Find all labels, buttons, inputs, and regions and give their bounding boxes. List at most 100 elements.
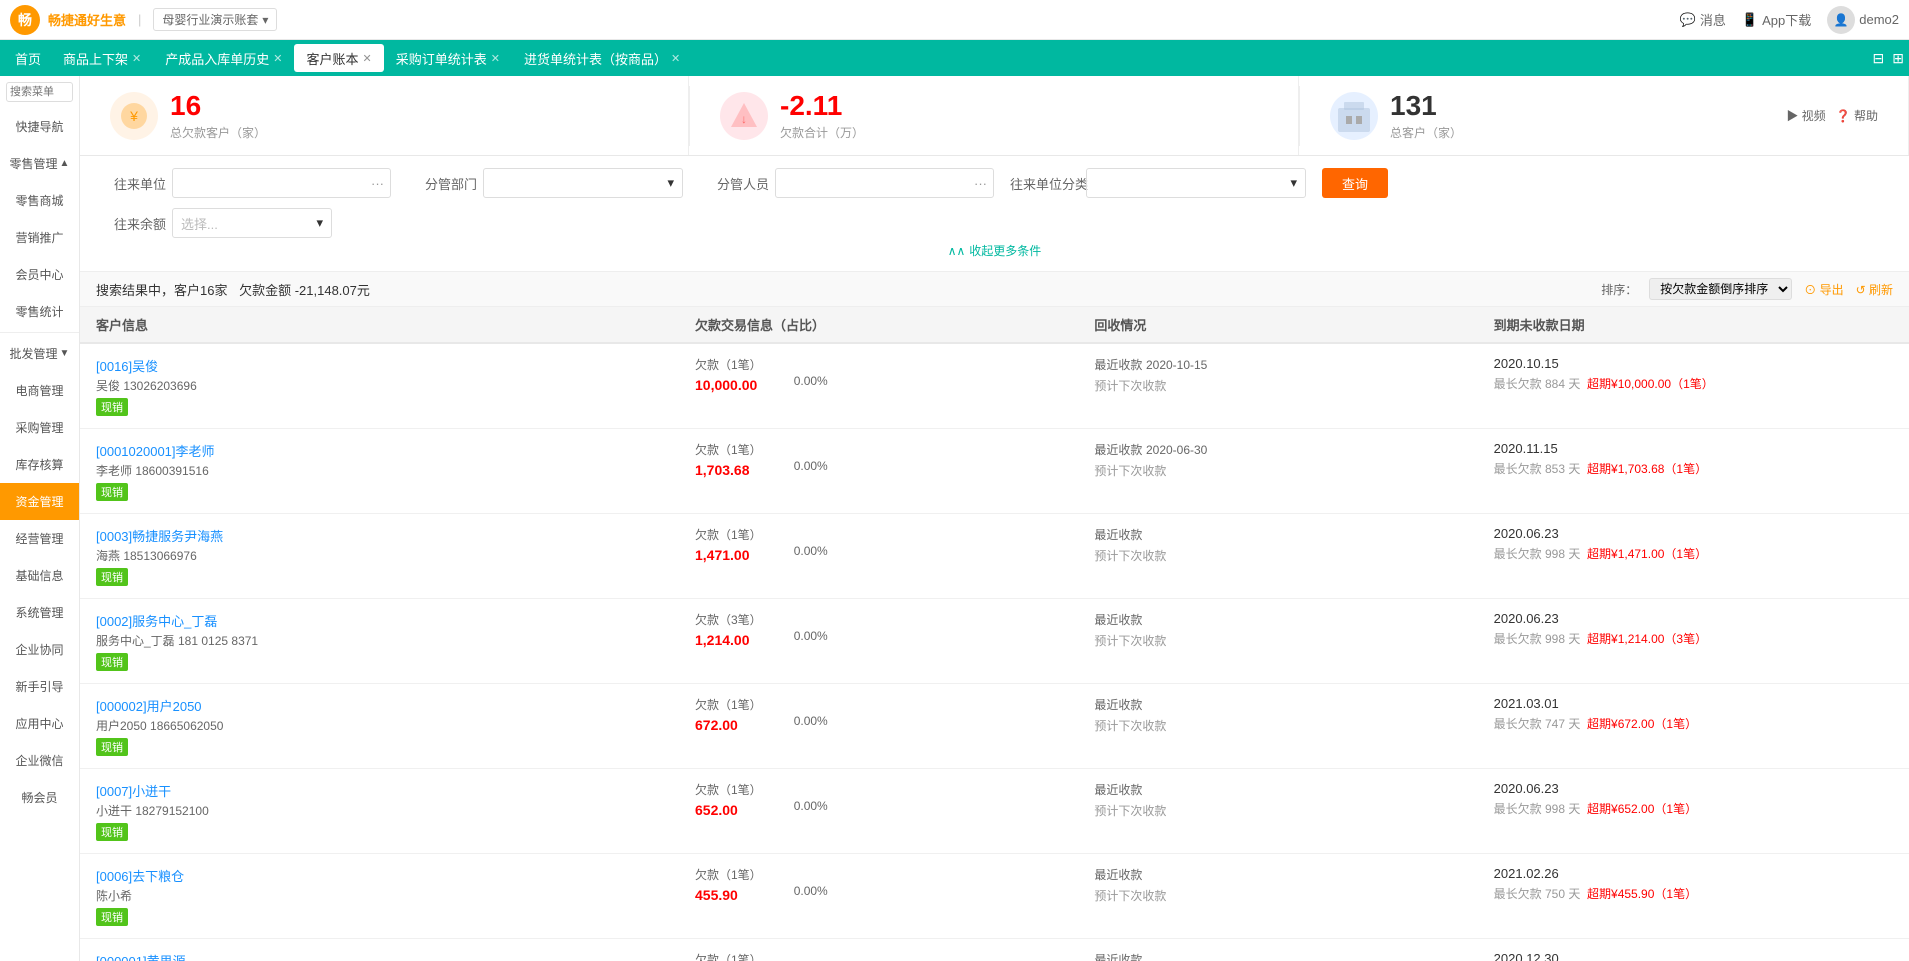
- main-layout: 快捷导航 零售管理 ▲ 零售商城 营销推广 会员中心 零售统计 批发管理 ▼: [0, 76, 1909, 961]
- from-unit-dots-btn[interactable]: ···: [365, 176, 390, 191]
- collection-cell: 最近收款 预计下次收款: [1094, 866, 1493, 926]
- overdue-link[interactable]: 超期¥1,471.00（1笔）: [1587, 547, 1707, 561]
- main-content: ¥ 16 总欠款客户（家） ↓ -2.11 欠款合计（万）: [80, 76, 1909, 961]
- tab-product-history[interactable]: 产成品入库单历史 ✕: [153, 44, 294, 72]
- due-date-cell: 2021.03.01 最长欠款 747 天 超期¥672.00（1笔）: [1494, 696, 1893, 756]
- video-button[interactable]: ▶ 视频: [1786, 107, 1825, 124]
- tab-home[interactable]: 首页: [5, 44, 51, 72]
- tab-customer-account[interactable]: 客户账本 ✕: [294, 44, 383, 72]
- total-customers-icon: [1330, 92, 1378, 140]
- filter-row-1: 往来单位 ··· 分管部门 ▾ 分管人员: [96, 168, 1893, 198]
- debt-trade-cell: 欠款（1笔） 10,000.00 0.00%: [695, 356, 1094, 416]
- results-actions: 排序： 按欠款金额倒序排序 ⊙ 导出 ↺ 刷新: [1601, 278, 1893, 300]
- sidebar-item-basic-info[interactable]: 基础信息: [0, 557, 79, 594]
- sort-select[interactable]: 按欠款金额倒序排序: [1649, 278, 1792, 300]
- sidebar-item-enterprise-wechat[interactable]: 企业微信: [0, 742, 79, 779]
- help-button[interactable]: ❓ 帮助: [1836, 107, 1878, 124]
- customer-tag: 现销: [96, 823, 128, 841]
- tab-close-icon[interactable]: ✕: [491, 52, 500, 65]
- sidebar-item-purchase-mgmt[interactable]: 采购管理: [0, 409, 79, 446]
- manager-label: 分管人员: [699, 174, 769, 193]
- due-date-cell: 2020.06.23 最长欠款 998 天 超期¥1,471.00（1笔）: [1494, 526, 1893, 586]
- export-button[interactable]: ⊙ 导出: [1804, 281, 1843, 298]
- sidebar-item-retail-mgmt[interactable]: 零售管理 ▲: [0, 145, 79, 182]
- logo-area: 畅 畅捷通好生意 | 母婴行业演示账套 ▾: [10, 5, 277, 35]
- user-menu[interactable]: 👤 demo2: [1827, 6, 1899, 34]
- help-icon: ❓: [1836, 109, 1851, 123]
- department-select[interactable]: ▾: [483, 168, 683, 198]
- balance-select[interactable]: 选择... ▾: [172, 208, 332, 238]
- tab-close-icon[interactable]: ✕: [273, 52, 282, 65]
- customer-name[interactable]: [0016]吴俊: [96, 356, 695, 375]
- sidebar-divider: [0, 332, 79, 333]
- chevron-down-icon: ▾: [1290, 175, 1297, 191]
- tab-close-icon[interactable]: ✕: [132, 52, 141, 65]
- sidebar-item-system-mgmt[interactable]: 系统管理: [0, 594, 79, 631]
- debt-trade-cell: 欠款（3笔） 1,214.00 0.00%: [695, 611, 1094, 671]
- due-date-cell: 2020.12.30 最长欠款 808 天 超期¥429.00（1笔）: [1494, 951, 1893, 961]
- filter-from-unit: 往来单位 ···: [96, 168, 391, 198]
- col-customer-info: 客户信息: [96, 315, 695, 334]
- customer-name[interactable]: [000002]用户2050: [96, 696, 695, 715]
- overdue-link[interactable]: 超期¥652.00（1笔）: [1587, 802, 1697, 816]
- collection-cell: 最近收款 预计下次收款: [1094, 781, 1493, 841]
- table-row: [0001020001]李老师 李老师 18600391516 现销 欠款（1笔…: [80, 429, 1909, 514]
- customer-name[interactable]: [0002]服务中心_丁磊: [96, 611, 695, 630]
- sidebar-item-quicknav[interactable]: 快捷导航: [0, 108, 79, 145]
- sidebar-item-app-center[interactable]: 应用中心: [0, 705, 79, 742]
- manager-input[interactable]: [776, 172, 968, 195]
- table-row: [000001]黄思源 黄思源 13552700226 现销 欠款（1笔） 42…: [80, 939, 1909, 961]
- tab-goods-listing[interactable]: 商品上下架 ✕: [51, 44, 153, 72]
- tab-close-icon[interactable]: ✕: [363, 52, 372, 65]
- sidebar-item-member-center[interactable]: 会员中心: [0, 256, 79, 293]
- sidebar-item-newbie-guide[interactable]: 新手引导: [0, 668, 79, 705]
- customer-name[interactable]: [0007]小迸干: [96, 781, 695, 800]
- sidebar-item-capital-mgmt[interactable]: 资金管理: [0, 483, 79, 520]
- sidebar-item-retail-mall[interactable]: 零售商城: [0, 182, 79, 219]
- manager-dots-btn[interactable]: ···: [968, 176, 993, 191]
- filter-row-2: 往来余额 选择... ▾: [96, 208, 1893, 238]
- debt-customers-value: 16: [170, 90, 266, 122]
- customer-name[interactable]: [0003]畅捷服务尹海燕: [96, 526, 695, 545]
- sidebar-item-retail-stats[interactable]: 零售统计: [0, 293, 79, 330]
- filter-unit-class: 往来单位分类 ▾: [1010, 168, 1306, 198]
- sidebar-item-marketing[interactable]: 营销推广: [0, 219, 79, 256]
- table-container: 客户信息 欠款交易信息（占比） 回收情况 到期未收款日期 [0016]吴俊 吴俊…: [80, 307, 1909, 961]
- app-download-button[interactable]: 📱 App下载: [1742, 10, 1811, 29]
- overdue-link[interactable]: 超期¥672.00（1笔）: [1587, 717, 1697, 731]
- sidebar-item-search[interactable]: [0, 76, 79, 108]
- message-button[interactable]: 💬 消息: [1680, 10, 1726, 29]
- sidebar-item-enterprise-collab[interactable]: 企业协同: [0, 631, 79, 668]
- overdue-link[interactable]: 超期¥455.90（1笔）: [1587, 887, 1697, 901]
- customer-name[interactable]: [000001]黄思源: [96, 951, 695, 961]
- query-button[interactable]: 查询: [1322, 168, 1388, 198]
- from-unit-input-container: ···: [172, 168, 391, 198]
- collection-cell: 最近收款 预计下次收款: [1094, 696, 1493, 756]
- unit-class-select[interactable]: ▾: [1086, 168, 1306, 198]
- from-unit-input[interactable]: [173, 172, 365, 195]
- sidebar-item-inventory[interactable]: 库存核算: [0, 446, 79, 483]
- customer-name[interactable]: [0006]去下粮仓: [96, 866, 695, 885]
- sidebar-item-chang-member[interactable]: 畅会员: [0, 779, 79, 816]
- col-debt-trade: 欠款交易信息（占比）: [695, 315, 1094, 334]
- overdue-link[interactable]: 超期¥1,214.00（3笔）: [1587, 632, 1707, 646]
- sidebar-item-ecommerce[interactable]: 电商管理: [0, 372, 79, 409]
- overdue-link[interactable]: 超期¥1,703.68（1笔）: [1587, 462, 1707, 476]
- sidebar-item-operations[interactable]: 经营管理: [0, 520, 79, 557]
- tab-close-icon[interactable]: ✕: [671, 52, 680, 65]
- search-input[interactable]: [6, 82, 73, 102]
- maximize-icon[interactable]: ⊞: [1892, 50, 1904, 67]
- store-selector[interactable]: 母婴行业演示账套 ▾: [153, 8, 277, 31]
- results-bar: 搜索结果中，客户16家 欠款金额 -21,148.07元 排序： 按欠款金额倒序…: [80, 272, 1909, 307]
- minimize-icon[interactable]: ⊟: [1873, 50, 1885, 67]
- sidebar-item-wholesale-mgmt[interactable]: 批发管理 ▼: [0, 335, 79, 372]
- tab-purchase-goods-stats[interactable]: 进货单统计表（按商品） ✕: [512, 44, 692, 72]
- collapse-row[interactable]: ∧∧ 收起更多条件: [96, 242, 1893, 259]
- stats-bar: ¥ 16 总欠款客户（家） ↓ -2.11 欠款合计（万）: [80, 76, 1909, 156]
- export-icon: ⊙: [1804, 283, 1816, 297]
- overdue-link[interactable]: 超期¥10,000.00（1笔）: [1587, 377, 1714, 391]
- tab-purchase-stats[interactable]: 采购订单统计表 ✕: [384, 44, 512, 72]
- customer-name[interactable]: [0001020001]李老师: [96, 441, 695, 460]
- customer-contact: 吴俊 13026203696: [96, 377, 695, 394]
- refresh-button[interactable]: ↺ 刷新: [1856, 281, 1893, 298]
